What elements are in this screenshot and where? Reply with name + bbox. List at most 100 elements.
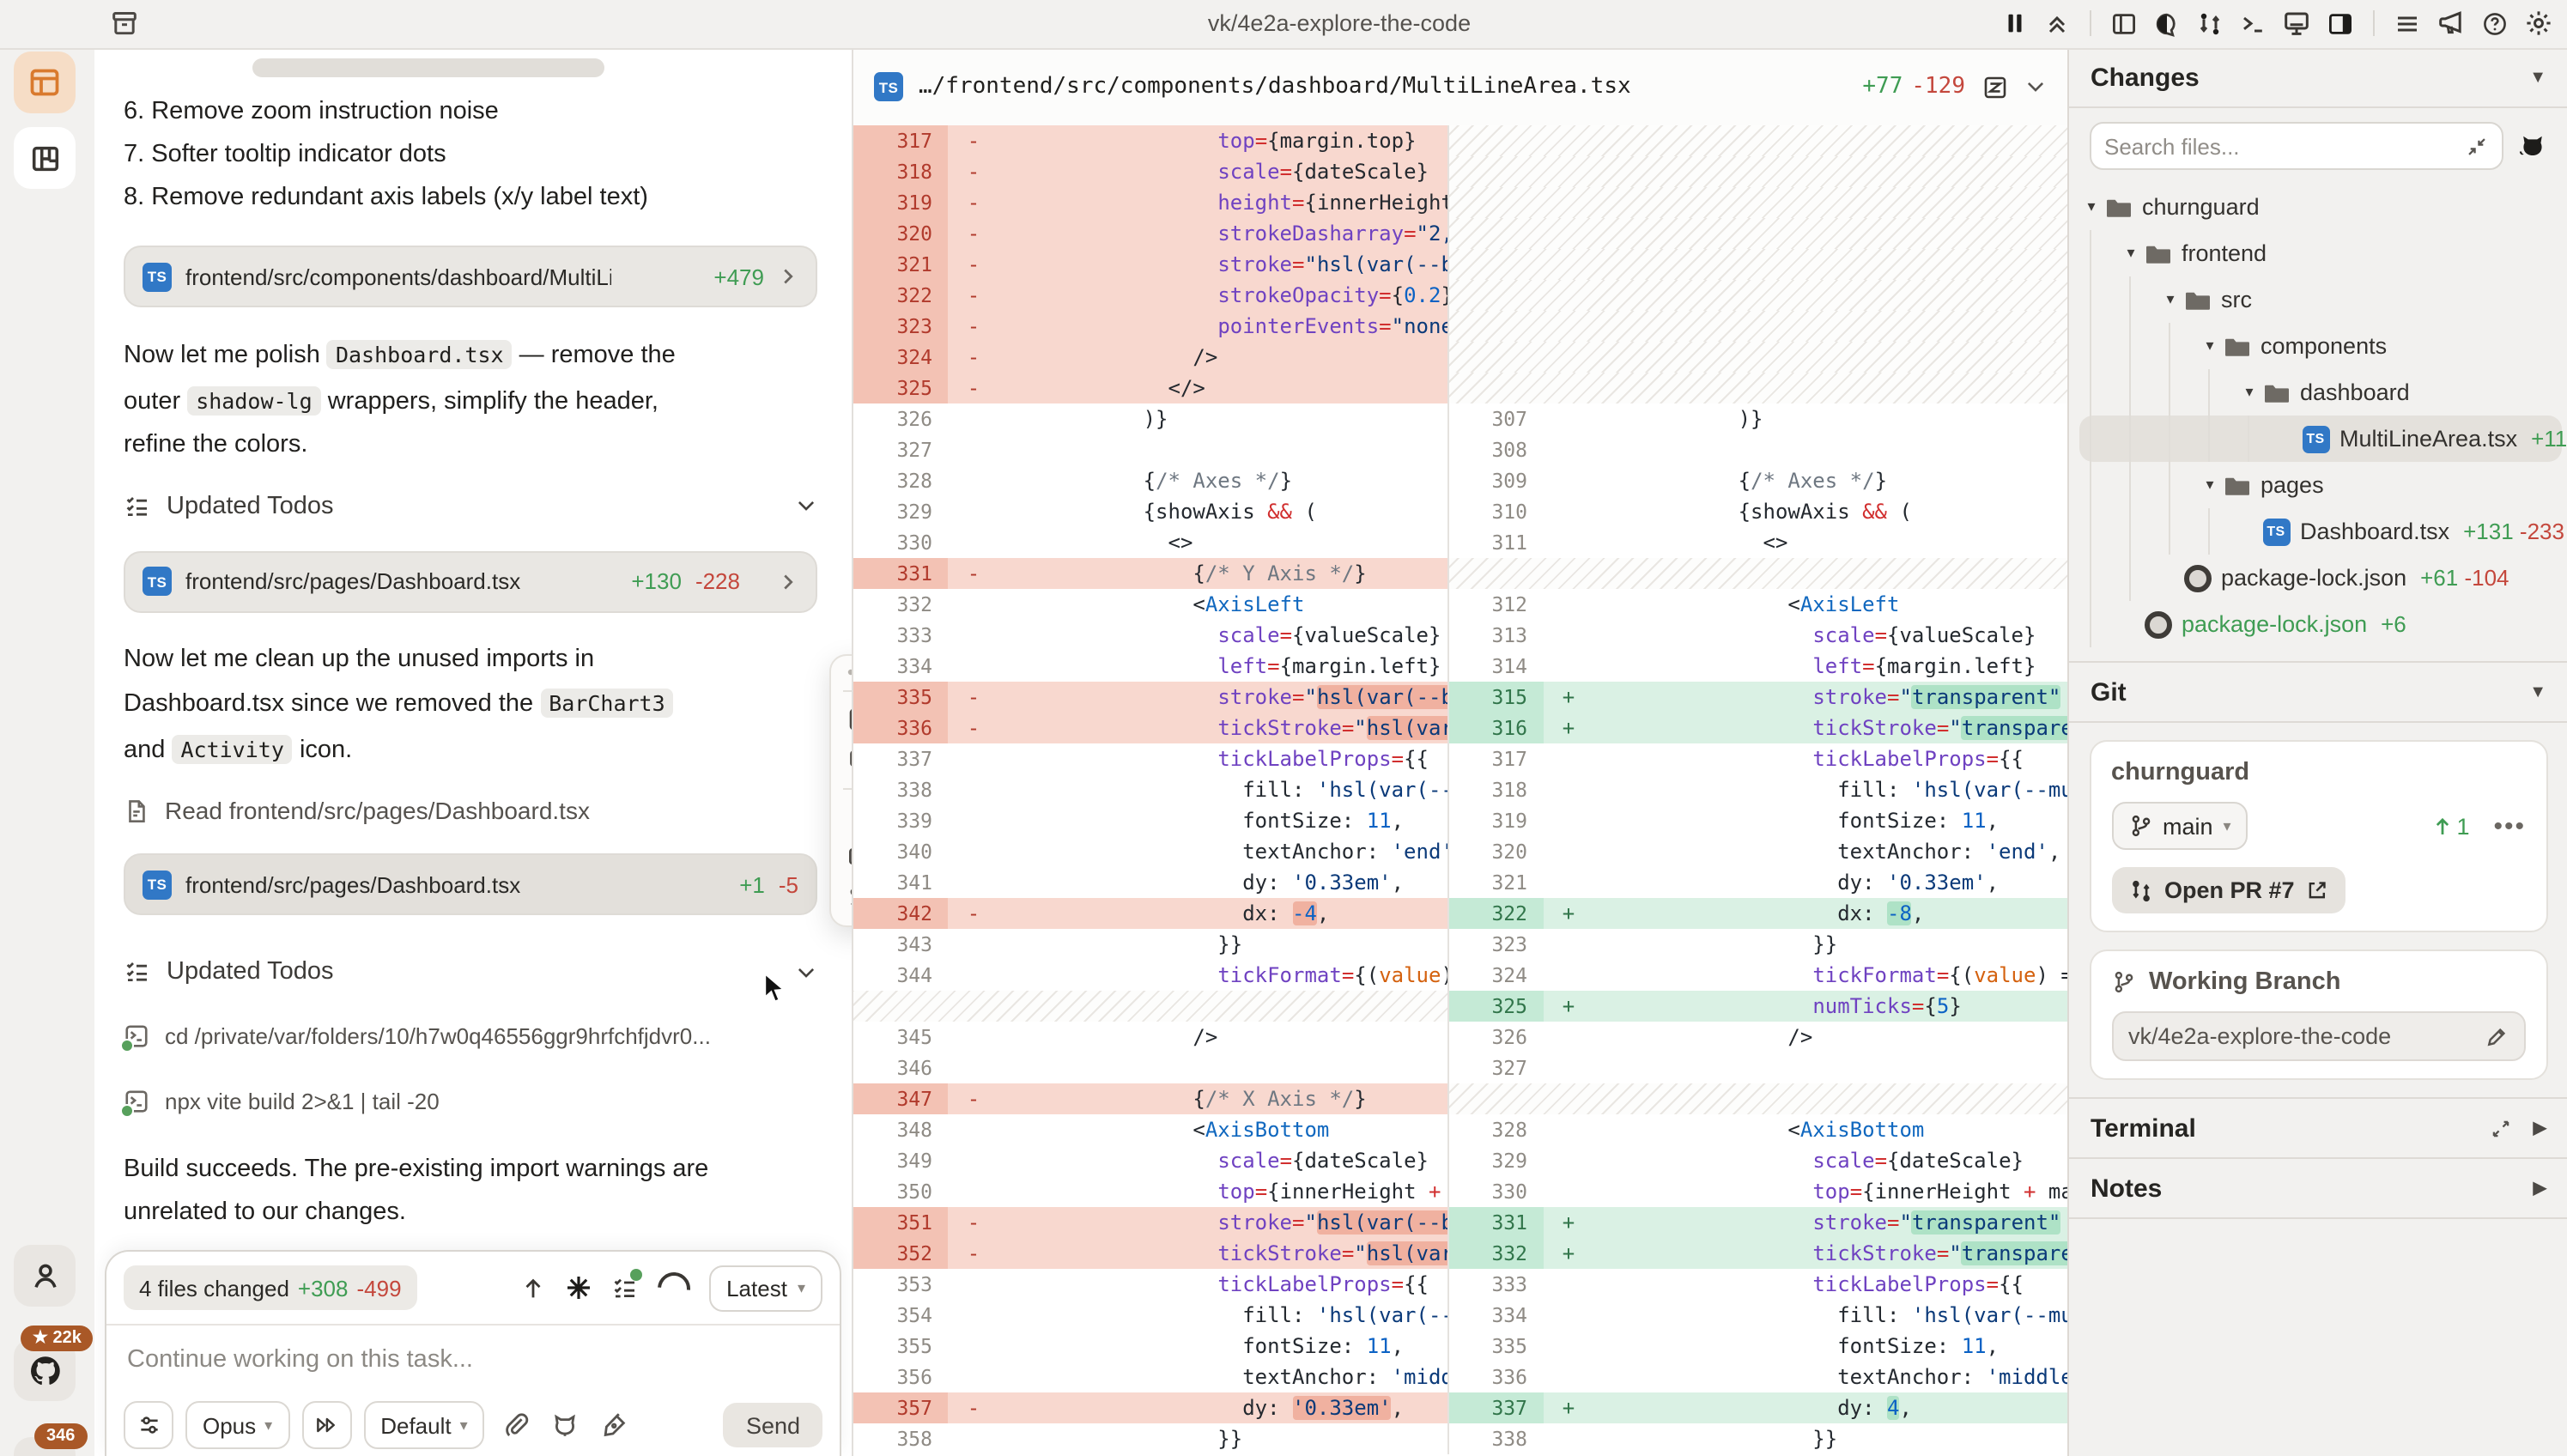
archive-icon[interactable] <box>110 9 139 38</box>
search-placeholder: Search files... <box>2104 133 2455 159</box>
changes-section-header[interactable]: Changes ▼ <box>2068 48 2567 108</box>
cat-mascot-icon[interactable] <box>2517 130 2548 161</box>
tree-item-dashboard[interactable]: ▾dashboard <box>2078 369 2562 416</box>
diff-new-line: 315+ stroke="transparent" <box>1448 682 2066 713</box>
base-branch-dropdown[interactable]: main ▾ <box>2111 802 2248 850</box>
diff-new-line: 329 scale={dateScale} <box>1448 1145 2066 1176</box>
diff-old-line: 341 dy: '0.33em', <box>853 867 1448 898</box>
chevron-down-icon[interactable] <box>795 494 817 517</box>
spark-icon[interactable] <box>565 1274 592 1301</box>
caret-down-icon[interactable]: ▾ <box>2118 244 2144 263</box>
megaphone-icon[interactable] <box>2437 9 2466 38</box>
scroll-up-icon[interactable] <box>520 1275 546 1301</box>
chat-bubble-icon[interactable] <box>2153 9 2181 37</box>
npm-file-icon <box>2144 610 2171 638</box>
tree-item-churnguard[interactable]: ▾churnguard <box>2078 184 2562 230</box>
diff-old-line: 339 fontSize: 11, <box>853 805 1448 836</box>
collapse-file-chevron-icon[interactable] <box>2024 76 2046 98</box>
collapse-tree-icon[interactable] <box>2466 135 2488 157</box>
total-removed: -499 <box>357 1275 402 1301</box>
tree-item-package-lock-json[interactable]: package-lock.json+6 <box>2078 601 2562 647</box>
tree-item-package-lock-json[interactable]: package-lock.json+61 -104 <box>2078 555 2562 601</box>
copy-icon[interactable] <box>846 747 853 774</box>
caret-down-icon[interactable]: ▾ <box>2197 337 2223 355</box>
file-chip-dashboard-1[interactable]: TS frontend/src/pages/Dashboard.tsx +130… <box>124 550 817 612</box>
diff-body[interactable]: 317- top={margin.top}318- scale={dateSca… <box>853 125 2066 1456</box>
diff-new-line <box>1448 311 2066 342</box>
tree-guide <box>2128 462 2157 508</box>
rail-board-button[interactable] <box>14 127 76 189</box>
diff-row: 338 fill: 'hsl(var(--muted-foreground))'… <box>853 774 2066 805</box>
edit-pencil-icon[interactable] <box>2485 1024 2509 1048</box>
tree-item-multilinearea-tsx[interactable]: TSMultiLineArea.tsx+110 -162 <box>2078 416 2562 462</box>
attach-icon[interactable] <box>502 1411 530 1439</box>
tree-item-dashboard-tsx[interactable]: TSDashboard.tsx+131 -233 <box>2078 508 2562 555</box>
panel-left-icon[interactable] <box>2110 9 2138 37</box>
chevron-down-icon[interactable] <box>795 961 817 983</box>
diff-row: 317- top={margin.top} <box>853 125 2066 156</box>
diff-view-icon[interactable] <box>846 706 853 733</box>
more-dots-icon[interactable] <box>847 668 853 676</box>
rail-layout-button[interactable] <box>14 52 76 113</box>
tree-item-src[interactable]: ▾src <box>2078 276 2562 323</box>
model-dropdown[interactable]: Opus▾ <box>185 1401 289 1449</box>
diff-new-line: 320 textAnchor: 'end', <box>1448 836 2066 867</box>
file-chip-dashboard-2[interactable]: TS frontend/src/pages/Dashboard.tsx +1 -… <box>124 853 817 915</box>
git-section-header[interactable]: Git ▼ <box>2068 661 2567 723</box>
git-compare-icon[interactable] <box>2196 9 2224 37</box>
files-changed-pill[interactable]: 4 files changed +308 -499 <box>124 1265 417 1310</box>
expand-icon[interactable] <box>2491 1117 2513 1139</box>
updated-todos-row-2[interactable]: Updated Todos <box>124 953 817 991</box>
caret-down-icon[interactable]: ▾ <box>2157 290 2183 309</box>
fast-forward-button[interactable] <box>301 1401 351 1449</box>
diff-old-line: 345 /> <box>853 1022 1448 1053</box>
tree-item-frontend[interactable]: ▾frontend <box>2078 230 2562 276</box>
monitor-icon[interactable] <box>846 845 853 872</box>
monitor-icon[interactable] <box>2282 9 2311 38</box>
pause-icon[interactable] <box>2002 10 2028 36</box>
panel-right-icon[interactable] <box>2327 9 2354 37</box>
latest-dropdown[interactable]: Latest ▾ <box>709 1265 822 1311</box>
terminal-command-row-2[interactable]: npx vite build 2>&1 | tail -20 <box>124 1083 817 1118</box>
diff-old-line: 333 scale={valueScale} <box>853 620 1448 651</box>
file-path: frontend/src/pages/Dashboard.tsx <box>185 871 520 897</box>
settings-sliders-button[interactable] <box>124 1401 173 1449</box>
search-files-input[interactable]: Search files... <box>2089 122 2503 170</box>
diff-row: 345 />326 /> <box>853 1022 2066 1053</box>
lines-added: +130 <box>631 568 682 594</box>
chevrons-up-icon[interactable] <box>2043 9 2071 37</box>
gear-icon[interactable] <box>2524 9 2553 38</box>
todos-status-icon[interactable] <box>611 1274 639 1301</box>
updated-todos-row-1[interactable]: Updated Todos <box>124 487 817 525</box>
play-icon[interactable] <box>846 804 853 831</box>
file-path: frontend/src/pages/Dashboard.tsx <box>185 568 520 594</box>
tree-guide <box>2247 416 2276 462</box>
pen-icon[interactable] <box>602 1411 629 1439</box>
menu-icon[interactable] <box>2394 9 2421 37</box>
chat-input[interactable]: Continue working on this task... <box>106 1326 840 1394</box>
caret-down-icon[interactable]: ▾ <box>2078 197 2104 216</box>
send-button[interactable]: Send <box>724 1403 822 1447</box>
tree-item-components[interactable]: ▾components <box>2078 323 2562 369</box>
terminal-icon[interactable] <box>2239 9 2267 37</box>
file-chip-multilinearea[interactable]: TS frontend/src/components/dashboard/Mul… <box>124 246 817 307</box>
open-pr-button[interactable]: Open PR #7 <box>2111 867 2346 913</box>
split-diff-icon[interactable] <box>1981 73 2008 100</box>
divider <box>2090 10 2091 36</box>
lines-removed: -5 <box>779 871 798 897</box>
working-branch-field[interactable]: vk/4e2a-explore-the-code <box>2111 1011 2526 1061</box>
git-compare-icon[interactable] <box>846 886 853 913</box>
help-icon[interactable] <box>2481 9 2509 37</box>
notes-section-header[interactable]: Notes ▶ <box>2068 1159 2567 1219</box>
terminal-section-header[interactable]: Terminal ▶ <box>2068 1097 2567 1159</box>
tree-item-pages[interactable]: ▾pages <box>2078 462 2562 508</box>
caret-down-icon[interactable]: ▾ <box>2236 383 2262 402</box>
mode-dropdown[interactable]: Default▾ <box>363 1401 484 1449</box>
caret-down-icon[interactable]: ▾ <box>2197 476 2223 494</box>
repo-more-button[interactable]: ••• <box>2493 811 2526 840</box>
read-file-row[interactable]: Read frontend/src/pages/Dashboard.tsx <box>124 793 817 828</box>
chat-scroll-area[interactable]: 6. Remove zoom instruction noise7. Softe… <box>94 48 852 1456</box>
terminal-command-row-1[interactable]: cd /private/var/folders/10/h7w0q46556ggr… <box>124 1018 817 1053</box>
cat-icon[interactable] <box>552 1411 580 1439</box>
rail-account-button[interactable] <box>14 1245 76 1307</box>
